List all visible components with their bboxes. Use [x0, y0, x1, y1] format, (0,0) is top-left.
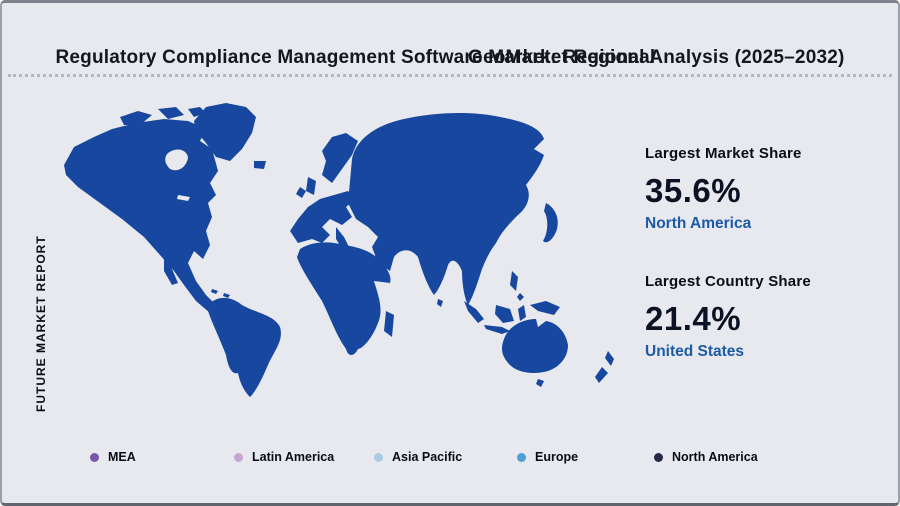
infographic-frame: Regulatory Compliance Management Softwar…	[0, 0, 900, 506]
stat-label: Largest Market Share	[645, 145, 802, 162]
legend-dot-icon	[654, 452, 663, 462]
legend-item-mea: MEA	[90, 450, 136, 464]
legend-dot-icon	[374, 452, 383, 462]
legend-dot-icon	[90, 452, 99, 462]
legend-label: North America	[672, 450, 758, 464]
stat-value: 21.4%	[645, 300, 742, 337]
stat-label: Largest Country Share	[645, 273, 811, 290]
page-title: Regulatory Compliance Management Softwar…	[55, 47, 845, 68]
region-legend: MEA Latin America Asia Pacific Europe No…	[90, 450, 820, 468]
stat-region: United States	[645, 343, 745, 360]
legend-item-latin-america: Latin America	[234, 450, 334, 464]
legend-label: Asia Pacific	[392, 450, 463, 464]
largest-country-share-block: Largest Country Share 21.4% United State…	[645, 273, 890, 361]
world-map	[60, 99, 628, 413]
legend-dot-icon	[234, 452, 243, 462]
legend-label: Europe	[535, 450, 579, 464]
title-area: Regulatory Compliance Management Softwar…	[2, 47, 898, 73]
stat-value: 35.6%	[645, 172, 742, 209]
brand-watermark: FUTURE MARKET REPORT	[34, 235, 48, 413]
legend-dot-icon	[517, 452, 526, 462]
stats-panel: Largest Market Share 35.6% North America…	[645, 145, 890, 361]
legend-item-north-america: North America	[654, 450, 758, 464]
landmasses	[64, 103, 614, 397]
largest-market-share-block: Largest Market Share 35.6% North America	[645, 145, 890, 233]
title-separator	[8, 74, 892, 77]
legend-item-europe: Europe	[517, 450, 578, 464]
page-title-overlay: GeoMarket Regional	[468, 47, 656, 68]
legend-item-asia-pacific: Asia Pacific	[374, 450, 462, 464]
stat-region: North America	[645, 215, 752, 232]
legend-label: MEA	[108, 450, 136, 464]
legend-label: Latin America	[252, 450, 335, 464]
